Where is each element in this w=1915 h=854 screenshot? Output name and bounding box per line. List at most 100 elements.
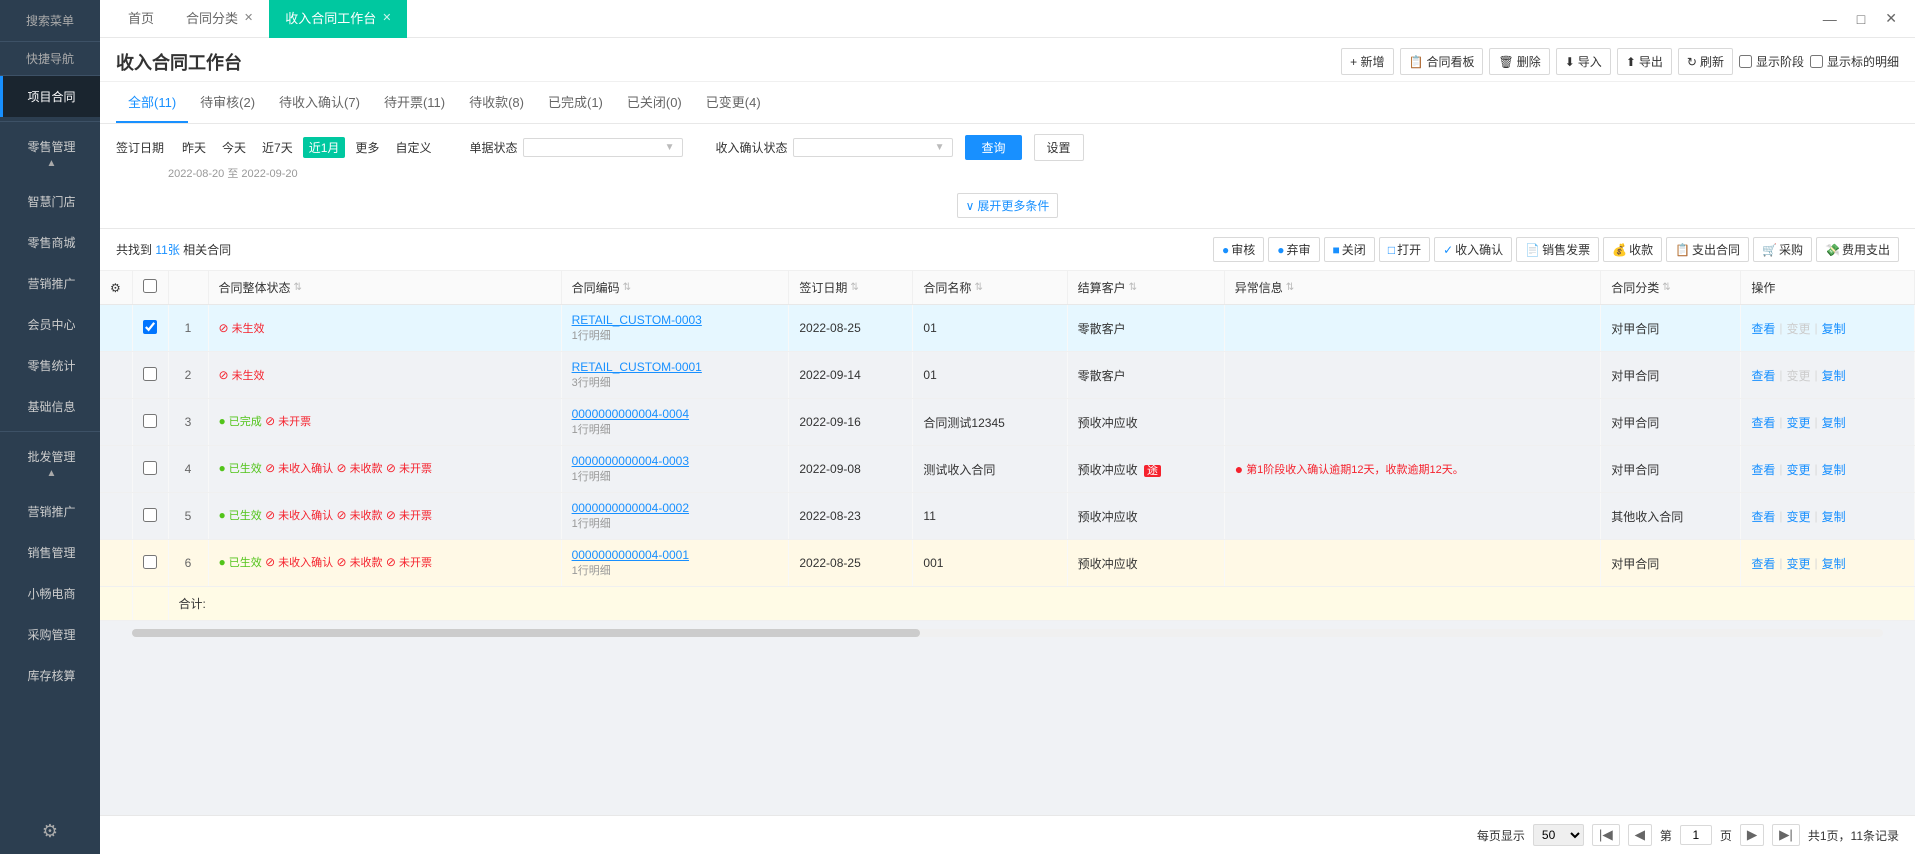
view-btn-2[interactable]: 查看 [1751,367,1775,384]
status-tab-pending-income-confirm[interactable]: 待收入确认(7) [267,82,372,123]
status-tab-pending-review[interactable]: 待审核(2) [188,82,267,123]
action-sales-invoice-btn[interactable]: 📄 销售发票 [1516,237,1599,262]
sidebar-item-ecommerce[interactable]: 小畅电商 [0,573,100,614]
action-expense-contract-btn[interactable]: 📋 支出合同 [1666,237,1749,262]
copy-btn-2[interactable]: 复制 [1822,367,1846,384]
copy-btn-1[interactable]: 复制 [1822,320,1846,337]
tab-close-contract-category[interactable]: ✕ [244,11,253,24]
row-checkbox-1[interactable] [143,320,157,334]
contract-link-5[interactable]: 0000000000004-0002 [572,501,779,515]
sidebar-nav[interactable]: 快捷导航 [0,42,100,76]
view-btn-5[interactable]: 查看 [1751,508,1775,525]
row-checkbox-4[interactable] [143,461,157,475]
close-btn[interactable]: ✕ [1879,10,1903,27]
maximize-btn[interactable]: □ [1851,11,1871,27]
import-button[interactable]: ⬇ 导入 [1556,48,1611,75]
date-btn-more[interactable]: 更多 [349,137,385,158]
show-details-checkbox[interactable]: 显示标的明细 [1810,53,1899,70]
copy-btn-4[interactable]: 复制 [1822,461,1846,478]
action-purchase-btn[interactable]: 🛒 采购 [1753,237,1812,262]
copy-btn-6[interactable]: 复制 [1822,555,1846,572]
action-open-btn[interactable]: □ 打开 [1379,237,1430,262]
setting-button[interactable]: 设置 [1034,134,1084,161]
contract-link-6[interactable]: 0000000000004-0001 [572,548,779,562]
action-review-btn[interactable]: ● 审核 [1213,237,1264,262]
prev-page-btn[interactable]: ◀ [1628,824,1652,846]
date-btn-7days[interactable]: 近7天 [256,137,299,158]
sidebar-item-marketing[interactable]: 营销推广 [0,263,100,304]
action-expense-btn[interactable]: 💸 费用支出 [1816,237,1899,262]
action-abandon-review-btn[interactable]: ● 弃审 [1268,237,1319,262]
contract-link-4[interactable]: 0000000000004-0003 [572,454,779,468]
row-checkbox-3[interactable] [143,414,157,428]
status-tab-all[interactable]: 全部(11) [116,82,188,123]
delete-button[interactable]: 🗑 删除 [1489,48,1549,75]
date-btn-today[interactable]: 今天 [216,137,252,158]
action-payment-btn[interactable]: 💰 收款 [1603,237,1662,262]
sidebar-settings[interactable]: ⚙ [0,809,100,854]
sidebar-item-base-info[interactable]: 基础信息 [0,386,100,427]
income-confirm-select[interactable]: ▼ [793,138,953,157]
sidebar-item-retail-mall[interactable]: 零售商城 [0,222,100,263]
contract-board-button[interactable]: 📋 合同看板 [1400,48,1484,75]
sidebar-item-project[interactable]: 项目合同 [0,76,100,117]
per-page-select[interactable]: 50 100 200 [1533,824,1584,846]
contract-link-3[interactable]: 0000000000004-0004 [572,407,779,421]
sidebar-item-marketing2[interactable]: 营销推广 [0,491,100,532]
row-checkbox-6[interactable] [143,555,157,569]
tab-income-workbench[interactable]: 收入合同工作台 ✕ [269,0,407,38]
copy-btn-5[interactable]: 复制 [1822,508,1846,525]
sidebar-item-retail-stat[interactable]: 零售统计 [0,345,100,386]
row-checkbox-2[interactable] [143,367,157,381]
row-checkbox-5[interactable] [143,508,157,522]
next-page-btn[interactable]: ▶ [1740,824,1764,846]
last-page-btn[interactable]: ▶| [1772,824,1800,846]
page-input[interactable] [1680,825,1712,845]
status-tab-closed[interactable]: 已关闭(0) [615,82,694,123]
status-tab-pending-invoice[interactable]: 待开票(11) [372,82,457,123]
sidebar-item-purchase[interactable]: 采购管理 [0,614,100,655]
action-close-btn[interactable]: ■ 关闭 [1324,237,1375,262]
date-btn-1month[interactable]: 近1月 [303,137,346,158]
edit-btn-5[interactable]: 变更 [1786,508,1810,525]
action-income-confirm-btn[interactable]: ✓ 收入确认 [1434,237,1512,262]
minimize-btn[interactable]: — [1817,11,1843,27]
contract-link-1[interactable]: RETAIL_CUSTOM-0003 [572,313,779,327]
sidebar-search[interactable]: 搜索菜单 [0,0,100,42]
h-scroll-thumb[interactable] [132,629,920,637]
edit-btn-3[interactable]: 变更 [1786,414,1810,431]
status-tab-pending-payment[interactable]: 待收款(8) [457,82,536,123]
expand-more-btn[interactable]: ∨ 展开更多条件 [957,193,1059,218]
query-button[interactable]: 查询 [965,135,1021,160]
first-page-btn[interactable]: |◀ [1592,824,1620,846]
tab-home[interactable]: 首页 [112,0,170,38]
edit-btn-6[interactable]: 变更 [1786,555,1810,572]
date-btn-yesterday[interactable]: 昨天 [176,137,212,158]
edit-btn-4[interactable]: 变更 [1786,461,1810,478]
edit-btn-2[interactable]: 变更 [1786,367,1810,384]
sidebar-item-inventory[interactable]: 库存核算 [0,655,100,696]
export-button[interactable]: ⬆ 导出 [1617,48,1672,75]
view-btn-6[interactable]: 查看 [1751,555,1775,572]
edit-btn-1[interactable]: 变更 [1786,320,1810,337]
refresh-button[interactable]: ↻ 刷新 [1678,48,1733,75]
tab-contract-category[interactable]: 合同分类 ✕ [170,0,269,38]
h-scroll[interactable] [132,629,1883,637]
copy-btn-3[interactable]: 复制 [1822,414,1846,431]
status-tab-completed[interactable]: 已完成(1) [536,82,615,123]
date-btn-custom[interactable]: 自定义 [389,137,437,158]
status-tab-changed[interactable]: 已变更(4) [694,82,773,123]
contract-link-2[interactable]: RETAIL_CUSTOM-0001 [572,360,779,374]
sidebar-item-member[interactable]: 会员中心 [0,304,100,345]
view-btn-4[interactable]: 查看 [1751,461,1775,478]
sidebar-item-sales-mgmt[interactable]: 销售管理 [0,532,100,573]
select-all-checkbox[interactable] [143,279,157,293]
sidebar-item-wholesale[interactable]: 批发管理 ▲ [0,436,100,491]
show-stages-checkbox[interactable]: 显示阶段 [1739,53,1804,70]
tab-close-income-workbench[interactable]: ✕ [382,11,391,24]
new-button[interactable]: + 新增 [1341,48,1393,75]
sidebar-item-retail-mgmt[interactable]: 零售管理 ▲ [0,126,100,181]
view-btn-3[interactable]: 查看 [1751,414,1775,431]
view-btn-1[interactable]: 查看 [1751,320,1775,337]
doc-status-select[interactable]: ▼ [523,138,683,157]
